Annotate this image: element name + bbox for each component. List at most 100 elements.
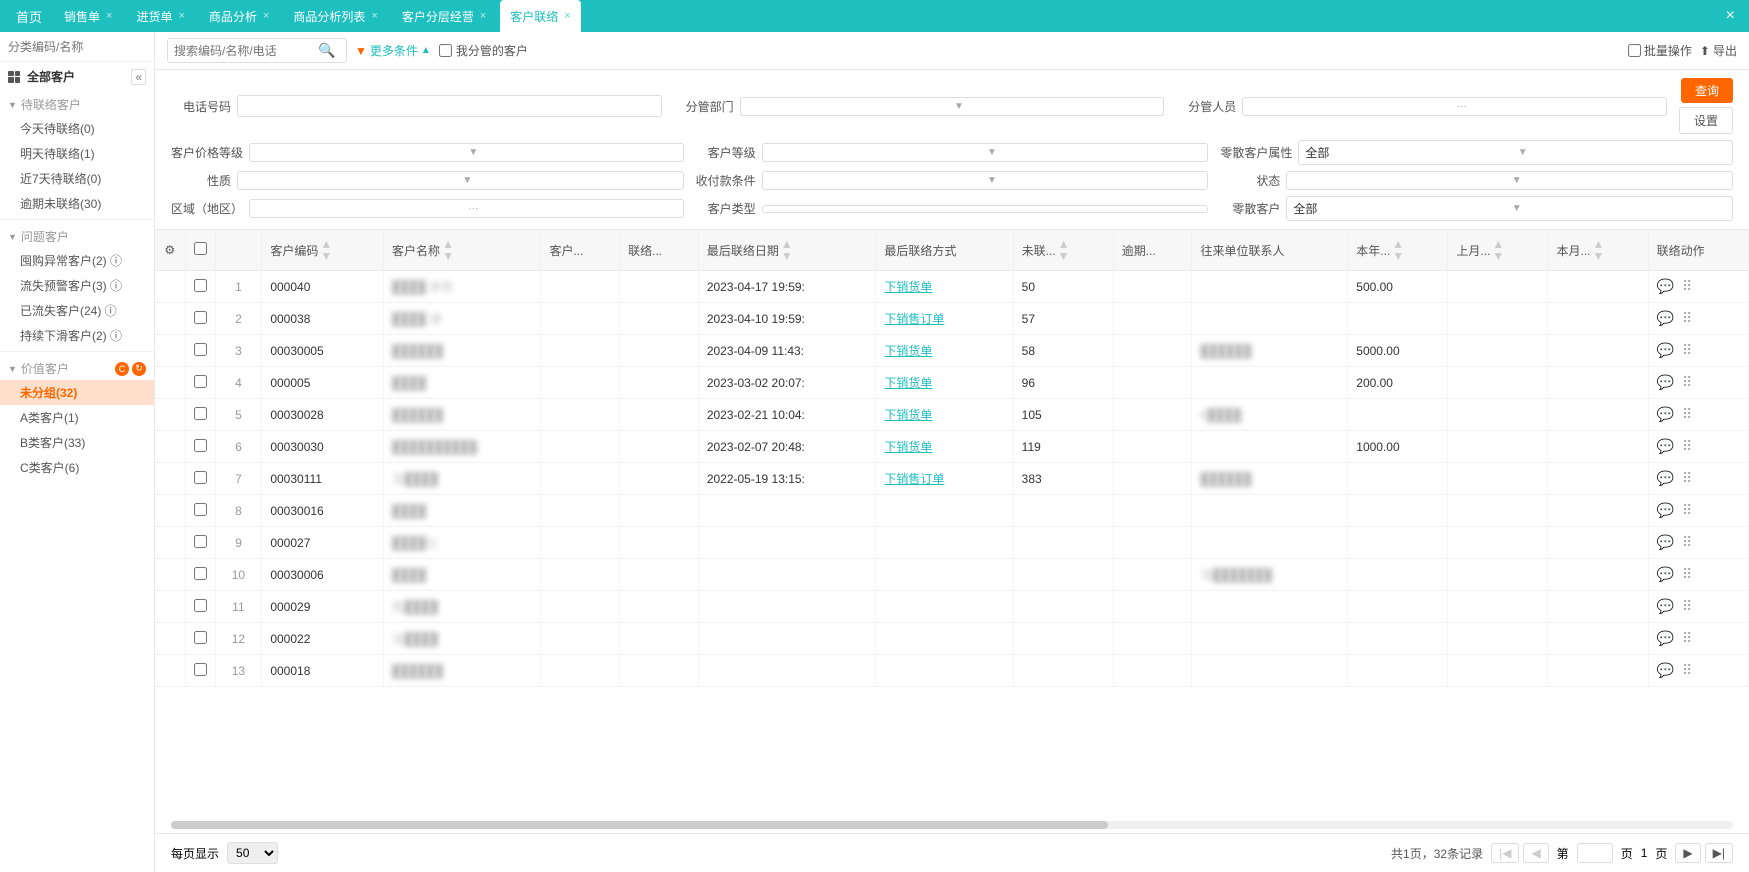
cell-last-method-4[interactable]: 下销货单 — [876, 399, 1013, 431]
contact-icon-5[interactable]: 💬 — [1657, 438, 1674, 455]
cell-checkbox-1[interactable] — [185, 303, 215, 335]
filter-price-level-select[interactable]: ▼ — [249, 143, 684, 162]
th-overdue[interactable]: 逾期... — [1113, 230, 1192, 271]
sidebar-item-churn-warning[interactable]: 流失预警客户(3) ⓘ — [0, 273, 154, 298]
cell-action-3[interactable]: 💬 ⠿ — [1648, 367, 1748, 399]
contact-icon-11[interactable]: 💬 — [1657, 630, 1674, 647]
refresh-icon[interactable]: ↻ — [132, 362, 146, 376]
close-customer-layered-icon[interactable]: × — [480, 10, 486, 22]
row-checkbox-9[interactable] — [194, 567, 207, 580]
last-page-btn[interactable]: ▶| — [1705, 843, 1733, 863]
sidebar-item-class-c[interactable]: C类客户(6) — [0, 455, 154, 480]
cell-action-0[interactable]: 💬 ⠿ — [1648, 271, 1748, 303]
more-action-icon-6[interactable]: ⠿ — [1682, 470, 1692, 487]
th-name[interactable]: 客户名称▲▼ — [384, 230, 541, 271]
sidebar-item-overdue[interactable]: 逾期未联络(30) — [0, 191, 154, 216]
row-checkbox-5[interactable] — [194, 439, 207, 452]
sidebar-item-abnormal[interactable]: 囤购异常客户(2) ⓘ — [0, 248, 154, 273]
more-action-icon-5[interactable]: ⠿ — [1682, 438, 1692, 455]
cell-last-method-10[interactable] — [876, 591, 1013, 623]
close-purchase-order-icon[interactable]: × — [178, 10, 184, 22]
th-contact[interactable]: 联络... — [620, 230, 699, 271]
contact-icon-8[interactable]: 💬 — [1657, 534, 1674, 551]
sidebar-item-tomorrow-pending[interactable]: 明天待联络(1) — [0, 141, 154, 166]
cell-action-1[interactable]: 💬 ⠿ — [1648, 303, 1748, 335]
more-action-icon-7[interactable]: ⠿ — [1682, 502, 1692, 519]
more-action-icon-8[interactable]: ⠿ — [1682, 534, 1692, 551]
cell-last-method-0[interactable]: 下销货单 — [876, 271, 1013, 303]
select-all-checkbox[interactable] — [194, 242, 207, 255]
value-customers-group[interactable]: ▼ 价值客户 C ↻ — [0, 355, 154, 380]
problem-customers-group[interactable]: ▼ 问题客户 — [0, 223, 154, 248]
cell-action-9[interactable]: 💬 ⠿ — [1648, 559, 1748, 591]
row-checkbox-7[interactable] — [194, 503, 207, 516]
export-btn[interactable]: ⬆ 导出 — [1700, 42, 1737, 59]
contact-icon-7[interactable]: 💬 — [1657, 502, 1674, 519]
last-method-link-2[interactable]: 下销货单 — [884, 344, 932, 358]
filter-payment-select[interactable]: ▼ — [762, 171, 1209, 190]
filter-status-select[interactable]: ▼ — [1286, 171, 1733, 190]
th-last-contact-method[interactable]: 最后联络方式 — [876, 230, 1013, 271]
cell-action-11[interactable]: 💬 ⠿ — [1648, 623, 1748, 655]
filter-retail-attr-select[interactable]: 全部 ▼ — [1298, 140, 1733, 165]
close-sales-order-icon[interactable]: × — [106, 10, 112, 22]
cell-checkbox-3[interactable] — [185, 367, 215, 399]
row-checkbox-1[interactable] — [194, 311, 207, 324]
more-action-icon-0[interactable]: ⠿ — [1682, 278, 1692, 295]
sidebar-item-class-b[interactable]: B类客户(33) — [0, 430, 154, 455]
sidebar-item-today-pending[interactable]: 今天待联络(0) — [0, 116, 154, 141]
cell-action-8[interactable]: 💬 ⠿ — [1648, 527, 1748, 559]
cell-checkbox-9[interactable] — [185, 559, 215, 591]
pending-contact-group[interactable]: ▼ 待联络客户 — [0, 91, 154, 116]
cell-last-method-3[interactable]: 下销货单 — [876, 367, 1013, 399]
cell-checkbox-8[interactable] — [185, 527, 215, 559]
filter-phone-input[interactable] — [237, 95, 662, 117]
contact-icon-4[interactable]: 💬 — [1657, 406, 1674, 423]
tab-customer-contact[interactable]: 客户联络 × — [500, 0, 580, 32]
close-product-analysis-list-icon[interactable]: × — [371, 10, 377, 22]
cell-checkbox-2[interactable] — [185, 335, 215, 367]
cell-checkbox-5[interactable] — [185, 431, 215, 463]
row-checkbox-0[interactable] — [194, 279, 207, 292]
th-this-month[interactable]: 本月...▲▼ — [1548, 230, 1648, 271]
tab-customer-layered[interactable]: 客户分层经营 × — [392, 0, 496, 32]
more-action-icon-10[interactable]: ⠿ — [1682, 598, 1692, 615]
tab-product-analysis[interactable]: 商品分析 × — [199, 0, 279, 32]
contact-icon-6[interactable]: 💬 — [1657, 470, 1674, 487]
more-action-icon-3[interactable]: ⠿ — [1682, 374, 1692, 391]
row-checkbox-8[interactable] — [194, 535, 207, 548]
refresh-badge-icon[interactable]: C — [115, 362, 129, 376]
cell-checkbox-0[interactable] — [185, 271, 215, 303]
filter-customer-type-select[interactable] — [762, 205, 1209, 213]
first-page-btn[interactable]: |◀ — [1491, 843, 1519, 863]
sidebar-item-ungrouped[interactable]: 未分组(32) — [0, 380, 154, 405]
sidebar-item-declining[interactable]: 持续下滑客户(2) ⓘ — [0, 323, 154, 348]
page-number-input[interactable]: 1 — [1577, 843, 1613, 863]
search-input[interactable] — [174, 44, 314, 58]
th-settings[interactable]: ⚙ — [155, 230, 185, 271]
row-checkbox-11[interactable] — [194, 631, 207, 644]
sidebar-collapse-icon[interactable]: « — [131, 69, 146, 85]
filter-gender-select[interactable]: ▼ — [237, 171, 684, 190]
cell-last-method-2[interactable]: 下销货单 — [876, 335, 1013, 367]
row-checkbox-2[interactable] — [194, 343, 207, 356]
close-customer-contact-icon[interactable]: × — [564, 10, 570, 22]
next-page-btn[interactable]: ▶ — [1675, 843, 1700, 863]
th-last-contact-date[interactable]: 最后联络日期▲▼ — [698, 230, 876, 271]
batch-ops-checkbox[interactable] — [1628, 44, 1641, 57]
sidebar-item-churned[interactable]: 已流失客户(24) ⓘ — [0, 298, 154, 323]
home-tab[interactable]: 首页 — [8, 7, 50, 26]
cell-action-12[interactable]: 💬 ⠿ — [1648, 655, 1748, 687]
th-this-year[interactable]: 本年...▲▼ — [1348, 230, 1448, 271]
th-code[interactable]: 客户编码▲▼ — [262, 230, 384, 271]
th-type[interactable]: 客户... — [541, 230, 620, 271]
cell-checkbox-11[interactable] — [185, 623, 215, 655]
cell-action-4[interactable]: 💬 ⠿ — [1648, 399, 1748, 431]
last-method-link-0[interactable]: 下销货单 — [884, 280, 932, 294]
cell-last-method-12[interactable] — [876, 655, 1013, 687]
sidebar-item-class-a[interactable]: A类客户(1) — [0, 405, 154, 430]
sidebar-search-input[interactable] — [8, 40, 155, 54]
row-checkbox-12[interactable] — [194, 663, 207, 676]
cell-checkbox-4[interactable] — [185, 399, 215, 431]
cell-action-2[interactable]: 💬 ⠿ — [1648, 335, 1748, 367]
